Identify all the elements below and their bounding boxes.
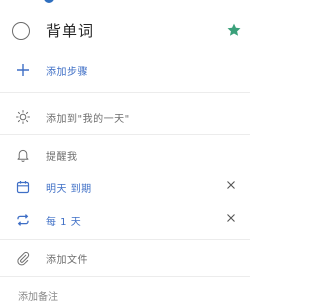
add-file-label: 添加文件: [46, 255, 88, 266]
due-date-row[interactable]: 明天 到期: [0, 174, 250, 200]
remove-due-date-icon[interactable]: [224, 178, 238, 192]
task-complete-checkbox[interactable]: [12, 22, 30, 40]
plus-icon: [17, 64, 29, 76]
add-to-my-day-label: 添加到"我的一天": [46, 114, 130, 125]
divider: [0, 276, 250, 277]
task-title[interactable]: 背单词: [46, 20, 94, 41]
remove-repeat-icon[interactable]: [224, 211, 238, 225]
divider: [0, 239, 250, 240]
add-note-field[interactable]: 添加备注: [18, 288, 58, 303]
repeat-label: 每 1 天: [46, 217, 82, 228]
remind-me-label: 提醒我: [46, 152, 78, 163]
add-step-row[interactable]: 添加步骤: [0, 57, 250, 83]
list-color-dot: [44, 0, 54, 3]
bell-icon: [17, 149, 29, 162]
add-to-my-day-row[interactable]: 添加到"我的一天": [0, 104, 250, 130]
divider: [0, 134, 250, 135]
star-icon[interactable]: [226, 22, 242, 38]
due-date-label: 明天 到期: [46, 184, 92, 195]
remind-me-row[interactable]: 提醒我: [0, 142, 250, 168]
calendar-icon: [16, 181, 30, 194]
repeat-icon: [17, 214, 29, 226]
divider: [0, 92, 250, 93]
sun-icon: [16, 110, 30, 124]
list-header-peek: [44, 0, 54, 3]
repeat-row[interactable]: 每 1 天: [0, 207, 250, 233]
paperclip-icon: [17, 251, 30, 266]
add-step-label: 添加步骤: [46, 67, 88, 78]
task-header: 背单词: [0, 18, 250, 48]
add-file-row[interactable]: 添加文件: [0, 245, 250, 271]
